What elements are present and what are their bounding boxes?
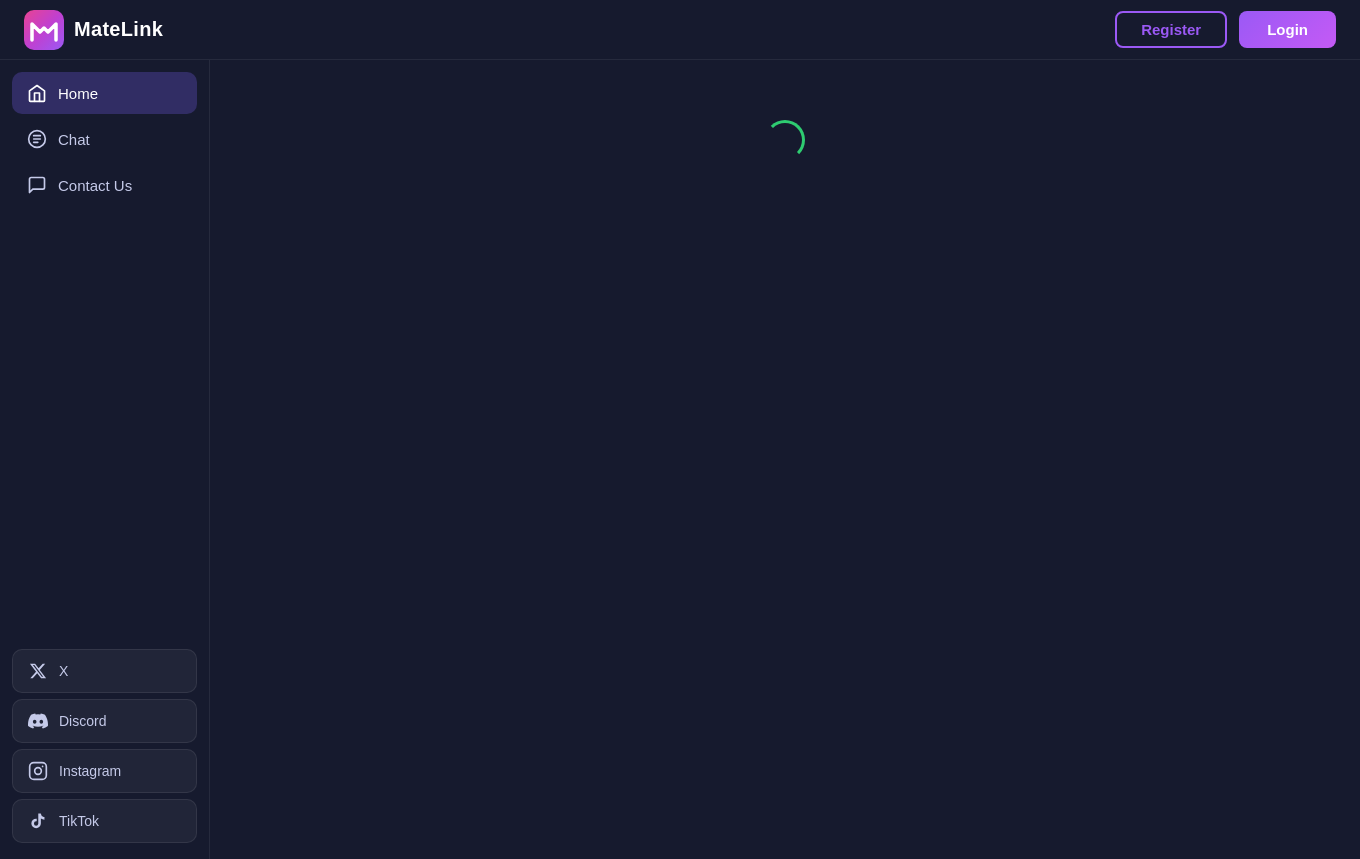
- app-body: Home Chat Contact Us: [0, 60, 1360, 859]
- sidebar-item-chat-label: Chat: [58, 131, 90, 148]
- home-icon: [26, 82, 48, 104]
- tiktok-icon: [27, 810, 49, 832]
- svg-point-3: [35, 768, 42, 775]
- social-item-instagram[interactable]: Instagram: [12, 749, 197, 793]
- social-discord-label: Discord: [59, 713, 106, 729]
- sidebar-item-chat[interactable]: Chat: [12, 118, 197, 160]
- login-button[interactable]: Login: [1239, 11, 1336, 48]
- sidebar-nav: Home Chat Contact Us: [12, 72, 197, 649]
- contact-us-icon: [26, 174, 48, 196]
- social-tiktok-label: TikTok: [59, 813, 99, 829]
- svg-rect-2: [30, 763, 47, 780]
- loading-spinner: [765, 120, 805, 160]
- sidebar-item-contact-us[interactable]: Contact Us: [12, 164, 197, 206]
- social-item-discord[interactable]: Discord: [12, 699, 197, 743]
- sidebar-item-contact-us-label: Contact Us: [58, 177, 132, 194]
- register-button[interactable]: Register: [1115, 11, 1227, 48]
- x-icon: [27, 660, 49, 682]
- topnav: MateLink Register Login: [0, 0, 1360, 60]
- loading-spinner-container: [765, 120, 805, 160]
- social-instagram-label: Instagram: [59, 763, 121, 779]
- main-content: [210, 60, 1360, 859]
- discord-icon: [27, 710, 49, 732]
- sidebar: Home Chat Contact Us: [0, 60, 210, 859]
- nav-buttons: Register Login: [1115, 11, 1336, 48]
- sidebar-item-home-label: Home: [58, 85, 98, 102]
- instagram-icon: [27, 760, 49, 782]
- social-item-x[interactable]: X: [12, 649, 197, 693]
- brand: MateLink: [24, 10, 163, 50]
- chat-icon: [26, 128, 48, 150]
- brand-name: MateLink: [74, 18, 163, 41]
- sidebar-social: X Discord: [12, 649, 197, 847]
- social-x-label: X: [59, 663, 68, 679]
- sidebar-item-home[interactable]: Home: [12, 72, 197, 114]
- brand-logo-icon: [24, 10, 64, 50]
- social-item-tiktok[interactable]: TikTok: [12, 799, 197, 843]
- svg-point-4: [42, 766, 44, 768]
